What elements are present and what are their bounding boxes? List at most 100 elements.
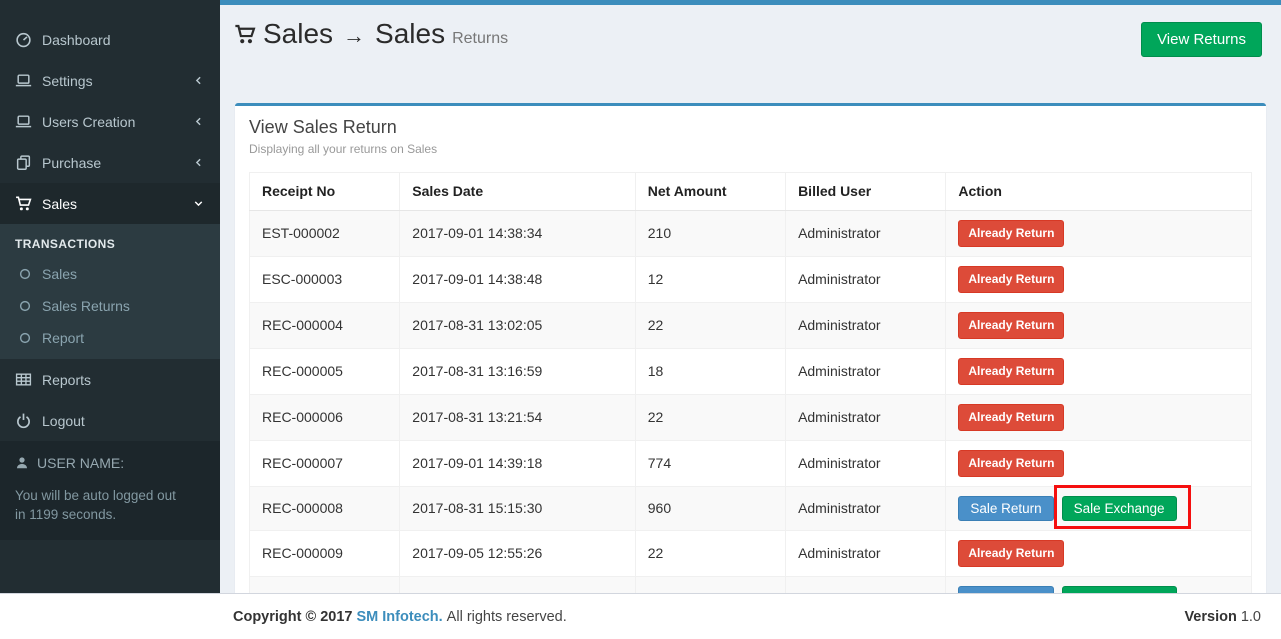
sidebar-item-label: Logout [42,412,85,429]
version-label: Version [1184,608,1237,625]
submenu-item-sales-returns[interactable]: Sales Returns [0,290,220,322]
cell-billed-user: Administrator [785,486,947,531]
laptop-icon [15,72,32,89]
cell-billed-user: Administrator [785,530,947,577]
already-return-badge: Already Return [958,450,1065,477]
sidebar-menu: Dashboard Settings Users Creation Purcha… [0,0,220,441]
sidebar-item-reports[interactable]: Reports [0,359,220,400]
cell-receipt-no: REC-000009 [248,530,401,577]
breadcrumb-module: Sales [263,18,334,49]
sidebar: Dashboard Settings Users Creation Purcha… [0,0,220,593]
already-return-badge: Already Return [958,404,1065,431]
cell-billed-user: Administrator [785,348,947,395]
column-header-net-amount: Net Amount [634,172,787,211]
table-row: REC-000004 2017-08-31 13:02:05 22 Admini… [248,302,1252,349]
sale-exchange-button[interactable]: Sale Exchange [1061,496,1177,521]
cell-sales-date: 2017-09-05 13:19:22 [399,576,636,593]
sidebar-item-label: Dashboard [42,31,111,48]
cell-sales-date: 2017-08-31 15:15:30 [399,486,636,531]
sidebar-item-settings[interactable]: Settings [0,60,220,101]
circle-o-icon [18,299,32,313]
app-window: Dashboard Settings Users Creation Purcha… [0,0,1281,639]
table-row: REC-000009 2017-09-05 12:55:26 22 Admini… [248,530,1252,577]
power-icon [15,412,32,429]
sidebar-item-label: Reports [42,371,92,388]
column-header-action: Action [945,172,1252,211]
table-row: REC-000005 2017-08-31 13:16:59 18 Admini… [248,348,1252,395]
user-icon [15,456,29,470]
page-footer: Copyright © 2017 SM Infotech. All rights… [0,593,1281,639]
cell-net-amount: 210 [634,210,787,257]
cell-billed-user: Administrator [785,440,947,487]
version-value: 1.0 [1240,608,1261,625]
panel-title: View Sales Return [249,117,397,137]
cell-sales-date: 2017-08-31 13:21:54 [399,394,636,441]
table-row: REC-000007 2017-09-01 14:39:18 774 Admin… [248,440,1252,487]
sale-return-button[interactable]: Sale Return [958,586,1054,593]
circle-o-icon [18,267,32,281]
sidebar-filler [0,540,220,593]
submenu-item-report[interactable]: Report [0,322,220,354]
sidebar-item-label: Users Creation [42,113,136,130]
table-row: REC-000010 2017-09-05 13:19:22 22 Admini… [248,576,1252,593]
sales-return-panel: View Sales Return Displaying all your re… [235,103,1266,593]
sidebar-user-panel: USER NAME: You will be auto logged out i… [0,441,220,540]
cell-receipt-no: REC-000010 [248,576,401,593]
cell-billed-user: Administrator [785,302,947,349]
main-content: Sales → Sales Returns View Returns View … [220,0,1281,593]
submenu-item-label: Sales Returns [42,298,130,314]
column-header-receipt-no: Receipt No [248,172,401,211]
already-return-badge: Already Return [958,312,1065,339]
column-header-sales-date: Sales Date [399,172,636,211]
circle-o-icon [18,331,32,345]
cell-sales-date: 2017-09-05 12:55:26 [399,530,636,577]
sidebar-item-users-creation[interactable]: Users Creation [0,101,220,142]
table-header: Receipt No Sales Date Net Amount Billed … [248,172,1252,211]
cell-receipt-no: REC-000004 [248,302,401,349]
cell-net-amount: 22 [634,530,787,577]
sidebar-item-sales[interactable]: Sales [0,183,220,224]
chevron-left-icon [192,156,205,169]
chevron-down-icon [192,197,205,210]
cell-sales-date: 2017-09-01 14:39:18 [399,440,636,487]
breadcrumb-page: Sales [375,18,446,49]
brand-link[interactable]: SM Infotech. [356,609,442,625]
cell-net-amount: 22 [634,394,787,441]
cell-action: Already Return [945,256,1252,303]
table-row: ESC-000003 2017-09-01 14:38:48 12 Admini… [248,256,1252,303]
sidebar-item-label: Purchase [42,154,102,171]
submenu-header: TRANSACTIONS [15,237,116,251]
cell-action: Already Return [945,210,1252,257]
copyright-suffix: All rights reserved. [446,608,567,625]
cell-sales-date: 2017-08-31 13:02:05 [399,302,636,349]
cell-receipt-no: EST-000002 [248,210,401,257]
breadcrumb-subpage: Returns [452,30,509,47]
dashboard-icon [15,31,32,48]
already-return-badge: Already Return [958,266,1065,293]
sale-exchange-button[interactable]: Sale Exchange [1061,586,1177,593]
version-info: Version 1.0 [1184,609,1261,625]
cell-billed-user: Administrator [785,576,947,593]
page-title: Sales → Sales Returns [234,18,508,50]
table-row: REC-000006 2017-08-31 13:21:54 22 Admini… [248,394,1252,441]
sale-return-button[interactable]: Sale Return [958,496,1054,521]
cell-action: Already Return [945,302,1252,349]
cell-net-amount: 22 [634,302,787,349]
sidebar-item-dashboard[interactable]: Dashboard [0,19,220,60]
cell-action: Already Return [945,348,1252,395]
sidebar-item-label: Settings [42,72,93,89]
sidebar-item-purchase[interactable]: Purchase [0,142,220,183]
copy-icon [15,154,32,171]
cell-sales-date: 2017-09-01 14:38:34 [399,210,636,257]
sidebar-item-label: Sales [42,195,78,212]
already-return-badge: Already Return [958,220,1065,247]
view-returns-button[interactable]: View Returns [1141,22,1262,57]
copyright-prefix: Copyright © 2017 [233,608,353,625]
submenu-item-sales[interactable]: Sales [0,258,220,290]
sidebar-item-logout[interactable]: Logout [0,400,220,441]
cell-action: Sale Return Sale Exchange [945,485,1252,531]
cell-sales-date: 2017-09-01 14:38:48 [399,256,636,303]
cell-net-amount: 22 [634,576,787,593]
cell-net-amount: 18 [634,348,787,395]
already-return-badge: Already Return [958,358,1065,385]
